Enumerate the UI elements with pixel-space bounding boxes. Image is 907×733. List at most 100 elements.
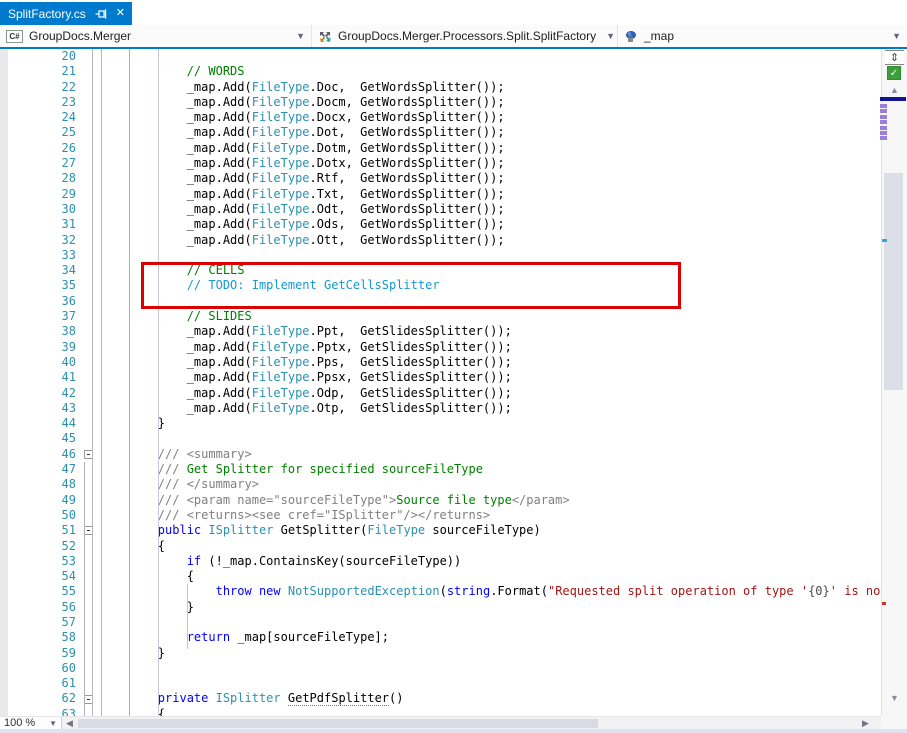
- code-line[interactable]: 33: [0, 248, 881, 263]
- code-line[interactable]: 40 _map.Add(FileType.Pps, GetSlidesSplit…: [0, 355, 881, 370]
- indent-guide: [129, 49, 130, 716]
- code-line[interactable]: 25 _map.Add(FileType.Dot, GetWordsSplitt…: [0, 125, 881, 140]
- type-path: GroupDocs.Merger.Processors.Split.SplitF…: [338, 29, 597, 43]
- tab-bar: SplitFactory.cs ✕: [0, 0, 907, 25]
- code-line[interactable]: 45: [0, 431, 881, 446]
- code-line[interactable]: 48 /// </summary>: [0, 477, 881, 492]
- code-line[interactable]: 38 _map.Add(FileType.Ppt, GetSlidesSplit…: [0, 324, 881, 339]
- code-text: {: [100, 706, 166, 716]
- type-dropdown[interactable]: GroupDocs.Merger.Processors.Split.SplitF…: [312, 25, 618, 47]
- code-line[interactable]: 44 }: [0, 416, 881, 431]
- code-editor[interactable]: 20 21 // WORDS 22 _map.Add(FileType.Doc, G…: [0, 49, 881, 716]
- line-number: 39: [61, 339, 76, 354]
- line-number: 50: [61, 507, 76, 522]
- code-line[interactable]: 50 /// <returns><see cref="ISplitter"/><…: [0, 508, 881, 523]
- code-line[interactable]: 29 _map.Add(FileType.Txt, GetWordsSplitt…: [0, 187, 881, 202]
- line-number: 61: [61, 676, 76, 691]
- line-number: 20: [61, 49, 76, 63]
- code-line[interactable]: 22 _map.Add(FileType.Doc, GetWordsSplitt…: [0, 80, 881, 95]
- scroll-left-icon[interactable]: ◀: [66, 718, 73, 729]
- pin-icon[interactable]: [95, 8, 108, 20]
- code-text: // WORDS: [100, 64, 245, 79]
- code-line[interactable]: 30 _map.Add(FileType.Odt, GetWordsSplitt…: [0, 202, 881, 217]
- vertical-scrollbar[interactable]: ⇕ ✓ ▲ ▼: [880, 49, 907, 716]
- change-mark: [880, 136, 887, 141]
- code-line[interactable]: 37 // SLIDES: [0, 309, 881, 324]
- code-line[interactable]: 20: [0, 49, 881, 64]
- code-line[interactable]: 43 _map.Add(FileType.Otp, GetSlidesSplit…: [0, 401, 881, 416]
- code-line[interactable]: 57: [0, 615, 881, 630]
- code-text: _map.Add(FileType.Odt, GetWordsSplitter(…: [100, 201, 505, 216]
- code-line[interactable]: 58 return _map[sourceFileType];: [0, 630, 881, 645]
- line-number: 35: [61, 278, 76, 293]
- code-line[interactable]: 32 _map.Add(FileType.Ott, GetWordsSplitt…: [0, 233, 881, 248]
- split-window-gripper-icon[interactable]: ⇕: [885, 50, 904, 65]
- file-health-check-icon[interactable]: ✓: [887, 66, 901, 80]
- line-number: 51: [61, 523, 76, 538]
- code-line[interactable]: 31 _map.Add(FileType.Ods, GetWordsSplitt…: [0, 217, 881, 232]
- code-line[interactable]: 61: [0, 676, 881, 691]
- line-number: 25: [61, 125, 76, 140]
- code-text: /// <summary>: [100, 446, 252, 461]
- code-text: }: [100, 599, 194, 614]
- margin-divider: [101, 49, 102, 716]
- line-number: 49: [61, 492, 76, 507]
- code-text: _map.Add(FileType.Pptx, GetSlidesSplitte…: [100, 339, 512, 354]
- code-line[interactable]: 54 {: [0, 569, 881, 584]
- code-line[interactable]: 47 /// Get Splitter for specified source…: [0, 462, 881, 477]
- code-line[interactable]: 41 _map.Add(FileType.Ppsx, GetSlidesSpli…: [0, 370, 881, 385]
- line-number: 44: [61, 416, 76, 431]
- line-number: 21: [61, 64, 76, 79]
- code-line[interactable]: 26 _map.Add(FileType.Dotm, GetWordsSplit…: [0, 141, 881, 156]
- close-icon[interactable]: ✕: [116, 8, 125, 19]
- code-text: _map.Add(FileType.Rtf, GetWordsSplitter(…: [100, 171, 505, 186]
- code-line[interactable]: 53 if (!_map.ContainsKey(sourceFileType)…: [0, 554, 881, 569]
- scroll-right-icon[interactable]: ▶: [862, 718, 869, 729]
- code-line[interactable]: 62 private ISplitter GetPdfSplitter(): [0, 691, 881, 707]
- code-text: if (!_map.ContainsKey(sourceFileType)): [186, 553, 462, 568]
- vertical-scroll-thumb[interactable]: [884, 173, 903, 390]
- line-number: 54: [61, 569, 76, 584]
- code-line[interactable]: 56 }: [0, 600, 881, 615]
- csharp-project-icon: C#: [6, 29, 23, 43]
- code-line[interactable]: 21 // WORDS: [0, 64, 881, 79]
- code-line[interactable]: 42 _map.Add(FileType.Odp, GetSlidesSplit…: [0, 386, 881, 401]
- code-line[interactable]: 63 {: [0, 707, 881, 716]
- code-text: public ISplitter GetSplitter(FileType so…: [157, 523, 541, 538]
- code-line[interactable]: 28 _map.Add(FileType.Rtf, GetWordsSplitt…: [0, 171, 881, 186]
- member-dropdown[interactable]: _map ▼: [618, 25, 907, 47]
- zoom-level: 100 %: [4, 717, 36, 729]
- code-line[interactable]: 23 _map.Add(FileType.Docm, GetWordsSplit…: [0, 95, 881, 110]
- scroll-up-icon[interactable]: ▲: [882, 85, 907, 95]
- zoom-dropdown[interactable]: 100 % ▼: [0, 717, 62, 729]
- code-line[interactable]: 51 public ISplitter GetSplitter(FileType…: [0, 523, 881, 538]
- line-number: 56: [61, 599, 76, 614]
- line-number: 43: [61, 400, 76, 415]
- code-rows: 20 21 // WORDS 22 _map.Add(FileType.Doc, G…: [0, 49, 881, 716]
- horizontal-scrollbar[interactable]: 100 % ▼ ◀ ▶: [0, 716, 881, 729]
- scroll-down-icon[interactable]: ▼: [882, 693, 907, 703]
- code-line[interactable]: 55 throw new NotSupportedException(strin…: [0, 584, 881, 599]
- project-dropdown[interactable]: C# GroupDocs.Merger ▼: [0, 25, 312, 47]
- code-line[interactable]: 49 /// <param name="sourceFileType">Sour…: [0, 493, 881, 508]
- outline-margin: [76, 526, 100, 536]
- code-line[interactable]: 60: [0, 661, 881, 676]
- code-text: _map.Add(FileType.Otp, GetSlidesSplitter…: [100, 400, 512, 415]
- margin-divider: [92, 49, 93, 716]
- horizontal-scroll-thumb[interactable]: [78, 719, 598, 728]
- code-text: _map.Add(FileType.Pps, GetSlidesSplitter…: [100, 354, 512, 369]
- code-line[interactable]: 59 }: [0, 646, 881, 661]
- line-number: 30: [61, 201, 76, 216]
- line-number: 57: [61, 614, 76, 629]
- code-line[interactable]: 46 /// <summary>: [0, 447, 881, 462]
- code-line[interactable]: 39 _map.Add(FileType.Pptx, GetSlidesSpli…: [0, 340, 881, 355]
- document-tab[interactable]: SplitFactory.cs ✕: [0, 2, 133, 25]
- caret-position-mark: [882, 239, 887, 242]
- code-line[interactable]: 24 _map.Add(FileType.Docx, GetWordsSplit…: [0, 110, 881, 125]
- code-line[interactable]: 52 {: [0, 539, 881, 554]
- code-text: _map.Add(FileType.Docx, GetWordsSplitter…: [100, 110, 505, 125]
- code-text: {: [100, 538, 166, 553]
- code-line[interactable]: 27 _map.Add(FileType.Dotx, GetWordsSplit…: [0, 156, 881, 171]
- code-text: _map.Add(FileType.Ppt, GetSlidesSplitter…: [100, 324, 512, 339]
- change-mark: [880, 109, 887, 114]
